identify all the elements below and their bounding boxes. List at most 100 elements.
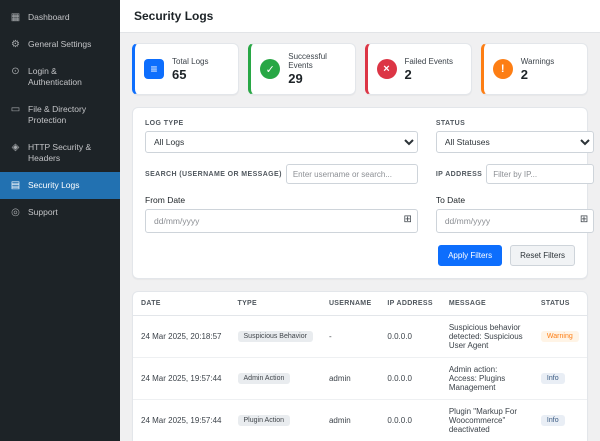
status-field: STATUS All Statuses — [435, 120, 595, 153]
sidebar-item-label: General Settings — [28, 39, 92, 50]
sidebar-item-security-logs[interactable]: ▤ Security Logs — [0, 172, 120, 200]
type-badge: Plugin Action — [237, 415, 290, 426]
stat-card-body: Failed Events 2 — [405, 57, 453, 82]
sidebar-item-label: Login & Authentication — [28, 66, 82, 88]
stat-card-body: Total Logs 65 — [172, 57, 208, 82]
folder-icon: ▭ — [10, 104, 21, 116]
table-body: 24 Mar 2025, 20:18:57 Suspicious Behavior… — [133, 315, 587, 441]
dashboard-icon: ▦ — [10, 12, 21, 23]
type-badge: Admin Action — [237, 373, 291, 384]
from-date-label: From Date — [145, 195, 186, 205]
ip-address-input[interactable] — [486, 164, 595, 184]
calendar-icon[interactable]: ⊞ — [580, 214, 588, 225]
cell-status: Warning — [532, 315, 587, 358]
type-badge: Suspicious Behavior — [237, 331, 313, 342]
column-header-message: MESSAGE — [440, 292, 533, 316]
cell-message: Admin action: Access: Plugins Management — [440, 357, 533, 400]
from-date-input[interactable] — [145, 209, 418, 233]
logs-icon: ≡ — [144, 59, 164, 79]
check-icon: ✓ — [260, 59, 281, 79]
cell-ip: 0.0.0.0 — [379, 399, 441, 441]
search-field: SEARCH (USERNAME OR MESSAGE) — [145, 164, 418, 184]
ip-field: IP ADDRESS — [435, 164, 595, 184]
stat-card-warnings: ! Warnings 2 — [480, 43, 588, 95]
cell-type: Suspicious Behavior — [229, 315, 321, 358]
from-date-field: From Date ⊞ — [145, 195, 418, 233]
stats-row: ≡ Total Logs 65 ✓ Successful Events 29 × Failed… — [132, 43, 588, 95]
ip-address-label: IP ADDRESS — [435, 170, 483, 178]
gear-icon: ⚙ — [11, 39, 20, 51]
sidebar-item-http-security-headers[interactable]: ◈ HTTP Security & Headers — [0, 134, 120, 172]
cell-date: 24 Mar 2025, 20:18:57 — [133, 315, 230, 358]
stat-card-successful-events: ✓ Successful Events 29 — [248, 43, 356, 95]
status-badge: Info — [540, 373, 565, 384]
stat-card-body: Warnings 2 — [521, 57, 555, 82]
login-icon: ⊙ — [11, 66, 20, 78]
logs-icon: ▤ — [10, 180, 21, 192]
cell-date: 24 Mar 2025, 19:57:44 — [133, 357, 230, 400]
cell-status: Info — [532, 399, 587, 441]
stat-card-body: Successful Events 29 — [288, 52, 345, 86]
column-header-username: USERNAME — [320, 292, 380, 316]
cell-username: admin — [320, 357, 380, 400]
sidebar-item-login-authentication[interactable]: ⊙ Login & Authentication — [0, 58, 120, 96]
reset-filters-button[interactable]: Reset Filters — [510, 245, 575, 266]
search-label: SEARCH (USERNAME OR MESSAGE) — [145, 170, 282, 178]
column-header-type: TYPE — [229, 292, 321, 316]
cell-status: Info — [532, 357, 587, 400]
stat-card-failed-events: × Failed Events 2 — [364, 43, 472, 95]
status-select[interactable]: All Statuses — [435, 131, 595, 153]
support-icon: ◎ — [11, 207, 20, 219]
to-date-field: To Date ⊞ — [435, 195, 595, 233]
cell-username: - — [320, 315, 380, 358]
sidebar-item-general-settings[interactable]: ⚙ General Settings — [0, 31, 120, 58]
stat-card-total-logs: ≡ Total Logs 65 — [132, 43, 240, 95]
cell-date: 24 Mar 2025, 19:57:44 — [133, 399, 230, 441]
table-row: 24 Mar 2025, 20:18:57 Suspicious Behavior… — [133, 315, 587, 358]
sidebar-item-label: Security Logs — [28, 180, 80, 191]
stat-value: 65 — [172, 66, 187, 82]
status-label: STATUS — [435, 120, 466, 127]
cell-type: Admin Action — [229, 357, 321, 400]
sidebar-item-file-directory-protection[interactable]: ▭ File & Directory Protection — [0, 96, 120, 134]
stat-label: Total Logs — [172, 56, 209, 66]
sidebar-item-dashboard[interactable]: ▦ Dashboard — [0, 4, 120, 31]
stat-value: 29 — [288, 71, 303, 86]
status-badge: Info — [540, 415, 565, 426]
table-row: 24 Mar 2025, 19:57:44 Plugin Action admin 0… — [133, 399, 587, 441]
cell-ip: 0.0.0.0 — [379, 315, 441, 358]
status-badge: Warning — [540, 331, 579, 342]
column-header-ip-address: IP ADDRESS — [379, 292, 441, 316]
stat-label: Successful Events — [288, 52, 327, 70]
log-type-select[interactable]: All Logs — [145, 131, 418, 153]
content-area: ≡ Total Logs 65 ✓ Successful Events 29 × Failed… — [120, 33, 600, 441]
apply-filters-button[interactable]: Apply Filters — [438, 245, 503, 266]
column-header-status: STATUS — [532, 292, 587, 316]
sidebar-item-support[interactable]: ◎ Support — [0, 199, 120, 226]
warning-icon: ! — [492, 59, 513, 79]
sidebar-item-label: Dashboard — [28, 12, 70, 22]
page-title: Security Logs — [134, 9, 214, 23]
cell-ip: 0.0.0.0 — [379, 357, 441, 400]
logs-table: DATE TYPE USERNAME IP ADDRESS MESSAGE STATUS … — [133, 292, 587, 441]
table-header-row: DATE TYPE USERNAME IP ADDRESS MESSAGE STATUS — [133, 292, 587, 316]
calendar-icon[interactable]: ⊞ — [403, 214, 411, 225]
search-input[interactable] — [285, 164, 418, 184]
filters-panel: LOG TYPE All Logs STATUS All Statuses SE… — [132, 107, 595, 279]
page-header: Security Logs — [120, 0, 600, 33]
shield-icon: ◈ — [11, 142, 20, 154]
cell-message: Suspicious behavior detected: Suspicious… — [440, 315, 533, 358]
column-header-date: DATE — [133, 292, 230, 316]
log-type-field: LOG TYPE All Logs — [145, 120, 418, 153]
main-area: Security Logs ≡ Total Logs 65 ✓ Successful E… — [120, 0, 600, 441]
cell-message: Plugin "Markup For Woocommerce" deactiva… — [440, 399, 533, 441]
stat-value: 2 — [404, 66, 412, 82]
to-date-input[interactable] — [435, 209, 595, 233]
sidebar-nav: ▦ Dashboard ⚙ General Settings ⊙ Login & Auth… — [0, 4, 120, 226]
stat-label: Warnings — [520, 56, 555, 66]
stat-value: 2 — [520, 66, 528, 82]
table-row: 24 Mar 2025, 19:57:44 Admin Action admin 0.… — [133, 357, 587, 400]
filter-buttons-row: Apply Filters Reset Filters — [145, 245, 575, 266]
cell-type: Plugin Action — [229, 399, 321, 441]
to-date-label: To Date — [435, 195, 466, 205]
